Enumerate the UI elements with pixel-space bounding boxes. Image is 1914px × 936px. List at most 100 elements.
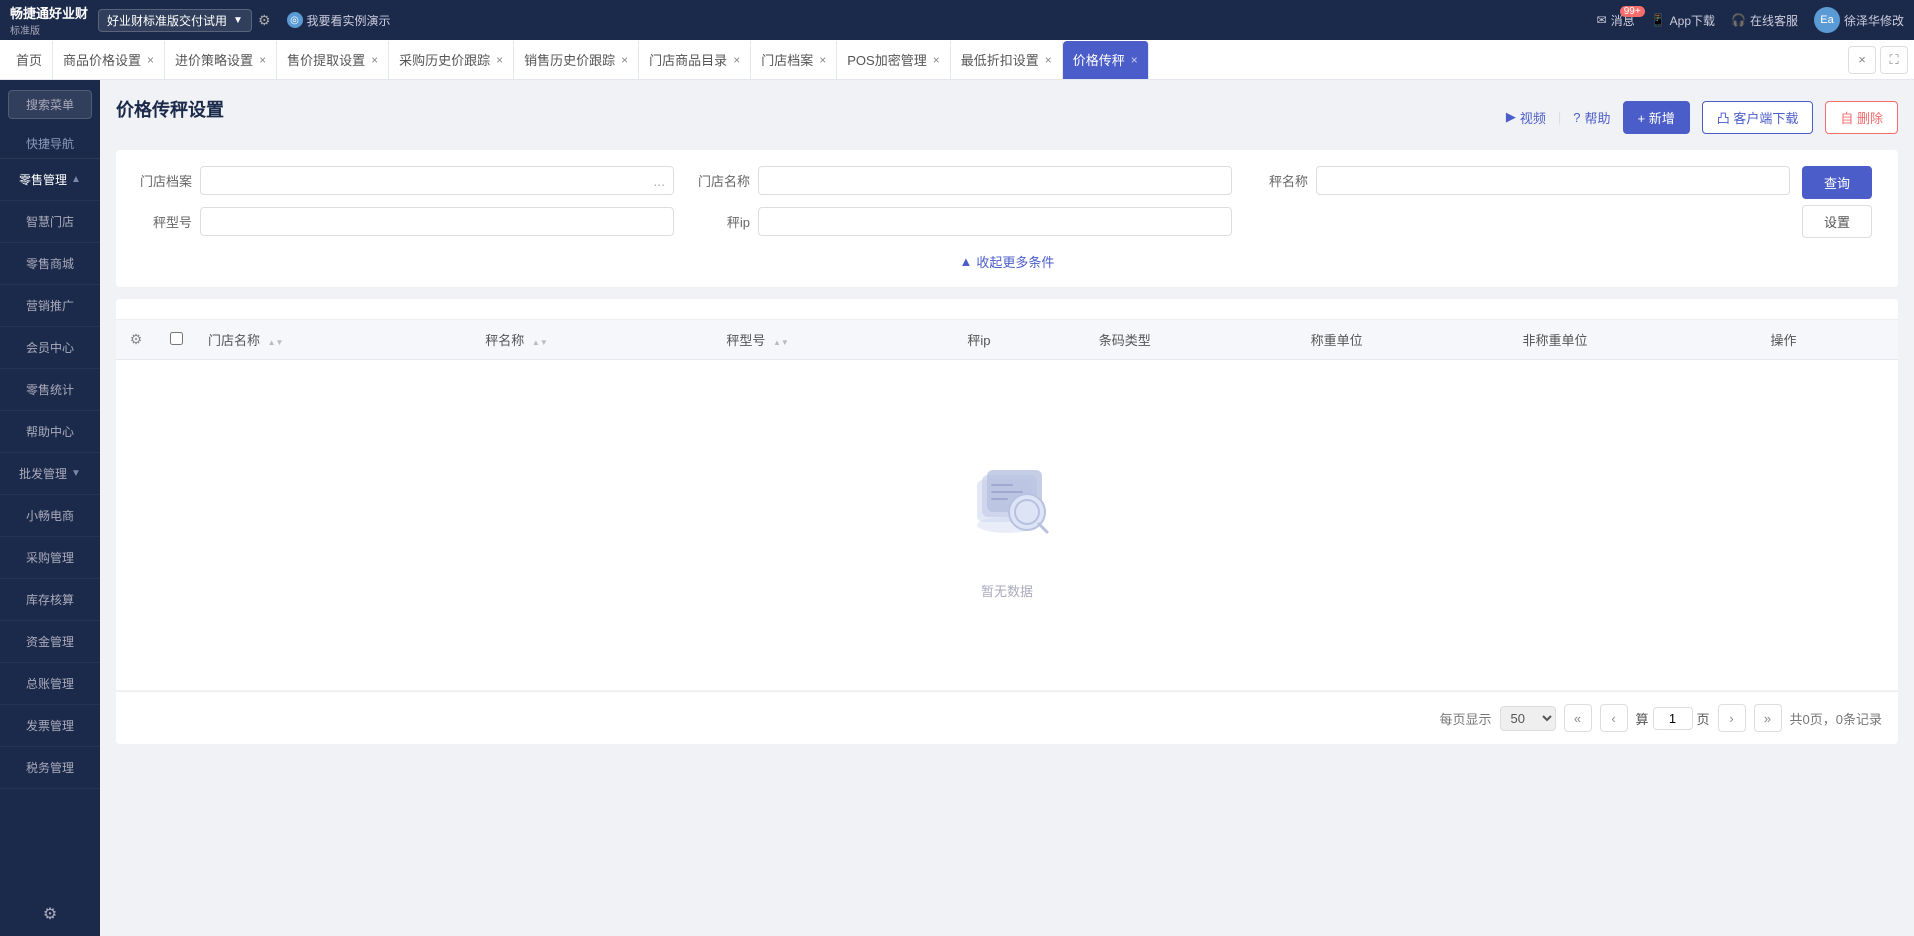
sidebar-item-finance[interactable]: 资金管理 [0,621,100,663]
prev-page-btn[interactable]: ‹ [1600,704,1628,732]
tab-pos-encrypt[interactable]: POS加密管理 × [837,41,950,79]
collapse-btn[interactable]: ▲ 收起更多条件 [960,252,1055,271]
sidebar-item-retail[interactable]: 零售管理 ▲ [0,159,100,201]
video-link[interactable]: ▶ 视频 [1506,108,1546,127]
demo-link[interactable]: ◎ 我要看实例演示 [287,12,391,29]
sidebar-item-member[interactable]: 会员中心 [0,327,100,369]
close-tab-icon[interactable]: × [147,53,154,67]
divider: | [1558,110,1561,125]
avatar: Ea [1814,7,1840,33]
last-page-btn[interactable]: » [1754,704,1782,732]
tab-store-catalog[interactable]: 门店商品目录 × [639,41,751,79]
tab-expand-btn[interactable]: ⛶ [1880,46,1908,74]
tab-close-btn[interactable]: × [1848,46,1876,74]
first-page-btn[interactable]: « [1564,704,1592,732]
tab-store-profile[interactable]: 门店档案 × [751,41,837,79]
col-non-weight-unit: 非称重单位 [1510,320,1758,360]
top-bar-right: ✉ 消息 99+ 📱 App下载 🎧 在线客服 Ea 徐泽华修改 [1597,7,1904,33]
sidebar-item-purchase[interactable]: 采购管理 [0,537,100,579]
tab-home-label: 首页 [16,50,42,69]
version-select[interactable]: 好业财标准版交付试用 ▼ [98,9,252,32]
close-tab-icon[interactable]: × [1045,53,1052,67]
close-tab-icon[interactable]: × [621,53,628,67]
select-all-checkbox[interactable] [170,332,183,345]
close-tab-icon[interactable]: × [733,53,740,67]
sidebar-item-retail-mall[interactable]: 零售商城 [0,243,100,285]
scale-name-input-wrap [1316,166,1790,195]
scale-name-input[interactable] [1317,167,1789,194]
sidebar-item-marketing[interactable]: 营销推广 [0,285,100,327]
col-scale-name: 秤名称 ▲▼ [473,320,714,360]
sidebar-item-purchase-label: 采购管理 [26,549,74,566]
settings-cell-header[interactable]: ⚙ [116,320,156,360]
sidebar-item-tax[interactable]: 税务管理 [0,747,100,789]
pagination-bar: 每页显示 50 10 20 100 « ‹ 算 [116,691,1898,744]
tab-home[interactable]: 首页 [6,41,53,79]
page-number-input[interactable] [1653,707,1693,730]
close-tab-icon[interactable]: × [371,53,378,67]
download-btn-label: 凸 客户端下载 [1717,108,1799,127]
delete-btn[interactable]: 自 删除 [1825,101,1898,134]
sidebar-item-wholesale[interactable]: 批发管理 ▼ [0,453,100,495]
table-container: ⚙ 门店名称 ▲▼ 秤名称 ▲▼ [116,299,1898,744]
tab-sales-history[interactable]: 销售历史价跟踪 × [514,41,639,79]
sort-icon[interactable]: ▲▼ [773,338,789,347]
sidebar-item-ecommerce[interactable]: 小畅电商 [0,495,100,537]
user-menu[interactable]: Ea 徐泽华修改 [1814,7,1904,33]
collapse-up-icon: ▲ [960,254,973,269]
sidebar-item-retail-stats[interactable]: 零售统计 [0,369,100,411]
store-file-input[interactable] [201,167,645,194]
tab-purchase-history[interactable]: 采购历史价跟踪 × [389,41,514,79]
app-download-btn[interactable]: 📱 App下载 [1651,12,1715,29]
store-name-input[interactable] [759,167,1231,194]
checkbox-header[interactable] [156,320,196,360]
online-service-btn[interactable]: 🎧 在线客服 [1731,12,1798,29]
next-page-icon: › [1729,711,1733,726]
close-tab-icon[interactable]: × [819,53,826,67]
close-tab-icon[interactable]: × [933,53,940,67]
gear-icon[interactable]: ⚙ [258,12,271,29]
tab-purchase-history-label: 采购历史价跟踪 [399,50,490,69]
close-tab-icon[interactable]: × [1131,53,1138,67]
col-barcode-type-label: 条码类型 [1099,333,1151,348]
tab-min-discount[interactable]: 最低折扣设置 × [951,41,1063,79]
per-page-select[interactable]: 50 10 20 100 [1500,706,1556,731]
sort-icon[interactable]: ▲▼ [532,338,548,347]
close-tab-icon[interactable]: × [496,53,503,67]
sort-icon[interactable]: ▲▼ [268,338,284,347]
next-page-btn[interactable]: › [1718,704,1746,732]
col-scale-ip-label: 秤ip [967,333,990,348]
dots-icon[interactable]: ... [645,173,673,189]
sidebar-item-invoice[interactable]: 发票管理 [0,705,100,747]
col-scale-model: 秤型号 ▲▼ [714,320,955,360]
action-col: 查询 设置 [1802,166,1882,238]
search-menu-btn[interactable]: 搜索菜单 [8,90,92,119]
sidebar-item-ledger[interactable]: 总账管理 [0,663,100,705]
empty-cell: 暂无数据 [116,360,1898,691]
download-btn[interactable]: 凸 客户端下载 [1702,101,1814,134]
close-tab-icon[interactable]: × [259,53,266,67]
table-gear-icon[interactable]: ⚙ [130,331,143,347]
scale-name-field: 秤名称 [1248,166,1790,195]
tab-cost-strategy[interactable]: 进价策略设置 × [165,41,277,79]
video-label: 视频 [1520,108,1546,127]
tab-price-transfer[interactable]: 价格传秤 × [1063,41,1149,79]
help-link[interactable]: ? 帮助 [1573,108,1610,127]
sidebar-item-member-label: 会员中心 [26,339,74,356]
add-btn[interactable]: + 新增 [1623,101,1690,134]
sidebar-bottom: ⚙ [0,892,100,936]
query-btn[interactable]: 查询 [1802,166,1872,199]
scale-model-input[interactable] [201,208,673,235]
set-btn[interactable]: 设置 [1802,205,1872,238]
tab-price-extract[interactable]: 售价提取设置 × [277,41,389,79]
sidebar-item-inventory[interactable]: 库存核算 [0,579,100,621]
sidebar-settings-icon[interactable]: ⚙ [43,904,57,924]
query-btn-label: 查询 [1824,173,1850,192]
sidebar-item-smart-store[interactable]: 智慧门店 [0,201,100,243]
scale-ip-input[interactable] [759,208,1231,235]
tab-product-price[interactable]: 商品价格设置 × [53,41,165,79]
messages-btn[interactable]: ✉ 消息 99+ [1597,12,1635,29]
col-store-name-label: 门店名称 [208,333,260,348]
app-logo-sub: 标准版 [10,22,40,37]
sidebar-item-help[interactable]: 帮助中心 [0,411,100,453]
